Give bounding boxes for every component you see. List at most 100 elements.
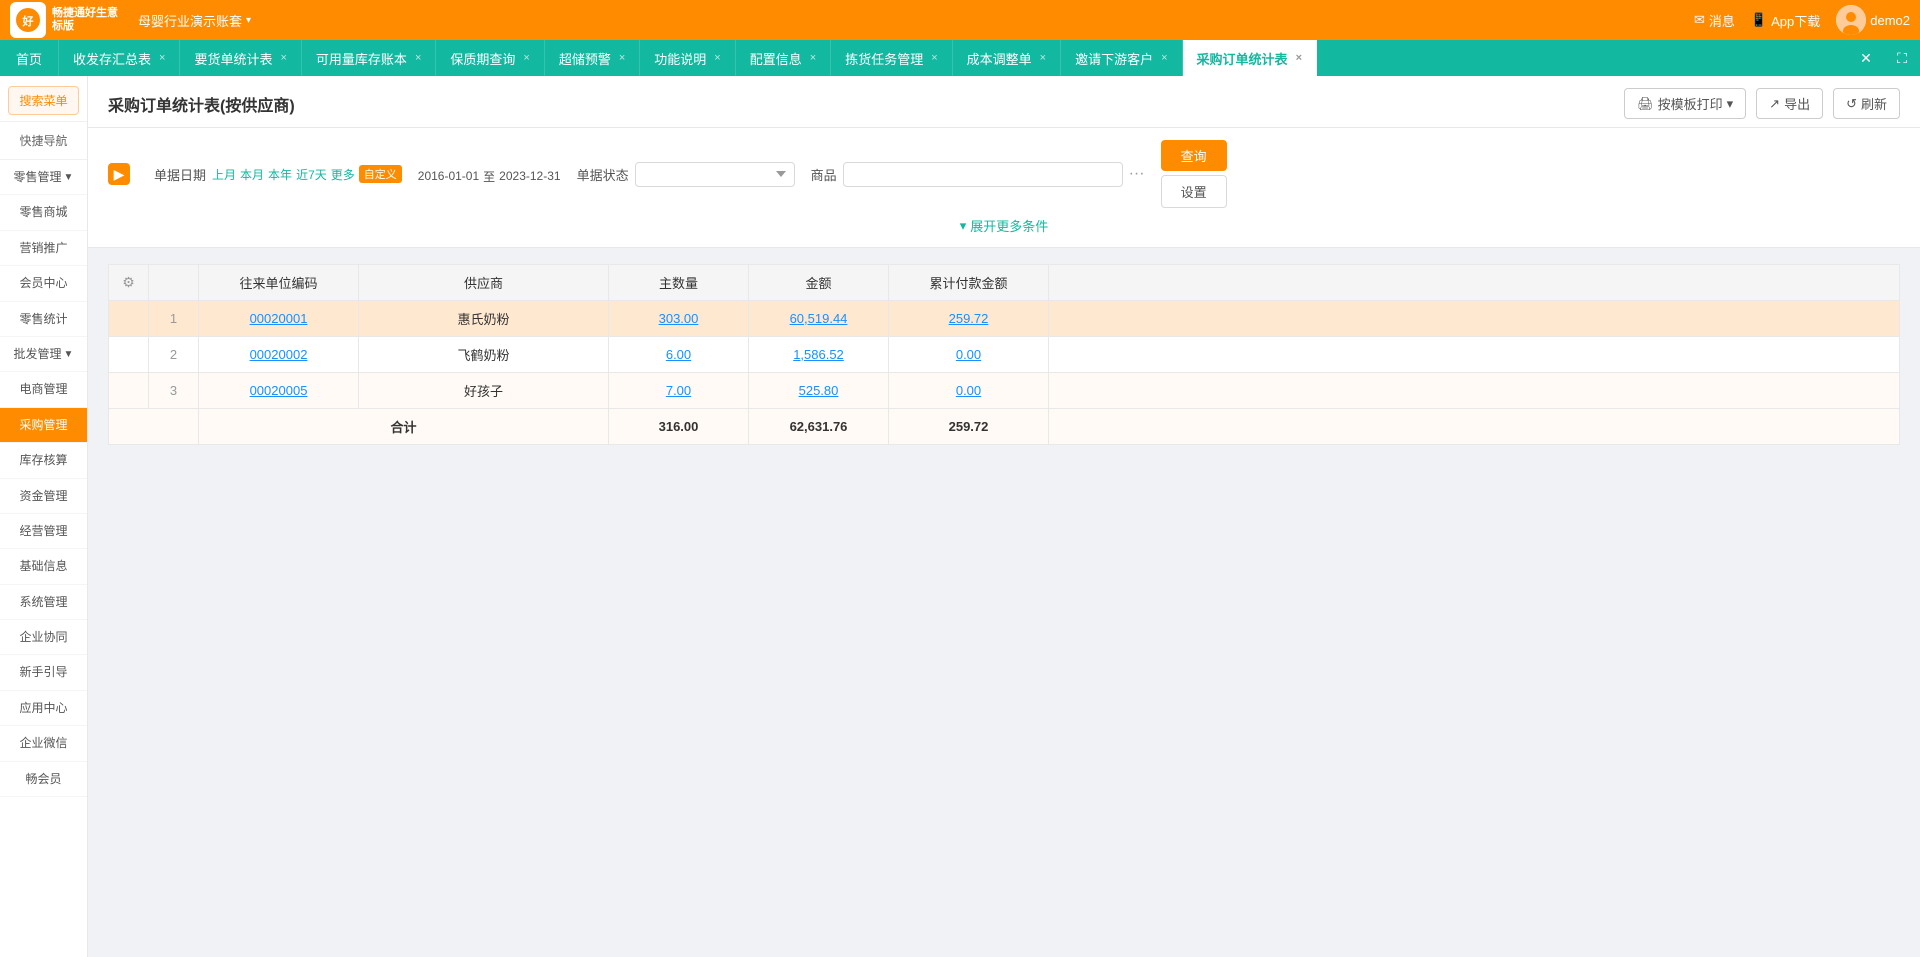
expand-row: ▾ 展开更多条件: [108, 216, 1900, 235]
tab-pick-task[interactable]: 拣货任务管理 ×: [831, 40, 952, 76]
filter-toggle-btn[interactable]: ▶: [108, 163, 130, 185]
logo-area: 好 畅捷通好生意 标版: [10, 2, 118, 38]
query-actions: 查询 设置: [1161, 140, 1227, 208]
export-icon: ↗: [1769, 96, 1780, 112]
tab-close-icon[interactable]: ×: [1296, 52, 1302, 64]
col-header-supplier: 供应商: [359, 265, 609, 301]
shortcut-7days[interactable]: 近7天: [296, 166, 327, 183]
tab-close-icon[interactable]: ×: [415, 52, 421, 64]
filter-row: ▶ 单据日期 上月 本月 本年 近7天 更多 自定义 2016-01-01: [108, 140, 1900, 208]
data-table: ⚙ 往来单位编码 供应商 主数量 金额 累计付款金额 1: [108, 264, 1900, 445]
page-title: 采购订单统计表(按供应商): [108, 92, 295, 116]
goods-input[interactable]: [843, 162, 1123, 187]
top-bar: 好 畅捷通好生意 标版 母婴行业演示账套 ▾ ✉ 消息 📱 App下载: [0, 0, 1920, 40]
table-row: 3 00020005 好孩子 7.00 525.80 0.00: [109, 373, 1900, 409]
status-select[interactable]: 待审核 已审核 已完成: [635, 162, 795, 187]
sidebar-search-area: 搜索菜单: [0, 76, 87, 122]
goods-more-btn[interactable]: ···: [1129, 165, 1145, 183]
query-button[interactable]: 查询: [1161, 140, 1227, 171]
tab-invite-downstream[interactable]: 邀请下游客户 ×: [1061, 40, 1182, 76]
tab-function-desc[interactable]: 功能说明 ×: [640, 40, 735, 76]
shortcut-this-year[interactable]: 本年: [268, 166, 292, 183]
app-download-btn[interactable]: 📱 App下载: [1751, 11, 1820, 30]
chevron-down-icon: ▾: [960, 218, 967, 234]
shortcut-this-month[interactable]: 本月: [240, 166, 264, 183]
tab-close-icon[interactable]: ×: [280, 52, 286, 64]
settings-button[interactable]: 设置: [1161, 175, 1227, 208]
tab-close-icon[interactable]: ×: [159, 52, 165, 64]
search-menu-btn[interactable]: 搜索菜单: [8, 86, 79, 115]
print-icon: 🖨: [1637, 96, 1654, 112]
col-header-code: 往来单位编码: [199, 265, 359, 301]
sidebar-item-retail-stats[interactable]: 零售统计: [0, 302, 87, 337]
sidebar-item-system[interactable]: 系统管理: [0, 585, 87, 620]
refresh-icon: ↺: [1846, 96, 1857, 112]
refresh-button[interactable]: ↺ 刷新: [1833, 88, 1900, 119]
shortcut-more[interactable]: 更多: [331, 166, 355, 183]
page-header: 采购订单统计表(按供应商) 🖨 按模板打印 ▾ ↗ 导出 ↺ 刷新: [88, 76, 1920, 128]
tab-stock-ledger[interactable]: 可用量库存账本 ×: [302, 40, 436, 76]
tab-close-icon[interactable]: ×: [810, 52, 816, 64]
sidebar-item-member-plus[interactable]: 畅会员: [0, 762, 87, 797]
sidebar-item-finance[interactable]: 资金管理: [0, 479, 87, 514]
tab-shelf-life[interactable]: 保质期查询 ×: [436, 40, 544, 76]
sidebar-item-app-center[interactable]: 应用中心: [0, 691, 87, 726]
sidebar-item-operation[interactable]: 经营管理: [0, 514, 87, 549]
print-button[interactable]: 🖨 按模板打印 ▾: [1624, 88, 1746, 119]
tab-purchase-stats[interactable]: 采购订单统计表 ×: [1183, 40, 1317, 76]
tab-close-icon[interactable]: ×: [523, 52, 529, 64]
chevron-down-icon: ▼: [64, 349, 74, 360]
tab-close-icon[interactable]: ×: [1040, 52, 1046, 64]
tab-cost-adjust[interactable]: 成本调整单 ×: [953, 40, 1061, 76]
tab-close-icon[interactable]: ×: [931, 52, 937, 64]
sidebar-item-enterprise-coop[interactable]: 企业协同: [0, 620, 87, 655]
tab-close-all-btn[interactable]: ✕: [1848, 40, 1884, 76]
gear-icon[interactable]: ⚙: [122, 274, 135, 290]
total-label: 合计: [199, 409, 609, 445]
sidebar-item-retail-mgmt[interactable]: 零售管理 ▼: [0, 160, 87, 195]
sidebar-item-basic-info[interactable]: 基础信息: [0, 549, 87, 584]
sidebar-item-ecommerce[interactable]: 电商管理: [0, 372, 87, 407]
tab-receive-summary[interactable]: 收发存汇总表 ×: [59, 40, 180, 76]
chevron-down-icon: ▾: [1727, 96, 1734, 112]
svg-text:好: 好: [22, 14, 34, 28]
main-layout: 搜索菜单 快捷导航 零售管理 ▼ 零售商城 营销推广 会员中心 零售统计 批发管…: [0, 76, 1920, 957]
sidebar-item-marketing[interactable]: 营销推广: [0, 231, 87, 266]
avatar: [1836, 5, 1866, 35]
filter-area: ▶ 单据日期 上月 本月 本年 近7天 更多 自定义 2016-01-01: [88, 128, 1920, 248]
filter-goods-item: 商品 ···: [811, 162, 1145, 187]
sidebar-item-retail-store[interactable]: 零售商城: [0, 195, 87, 230]
filter-date-item: 单据日期 上月 本月 本年 近7天 更多 自定义: [154, 165, 402, 184]
date-range-text: 2016-01-01 至 2023-12-31: [418, 168, 561, 185]
content-area: 采购订单统计表(按供应商) 🖨 按模板打印 ▾ ↗ 导出 ↺ 刷新: [88, 76, 1920, 957]
col-header-amount: 金额: [749, 265, 889, 301]
quick-nav-btn[interactable]: 快捷导航: [8, 128, 79, 153]
tab-expand-btn[interactable]: ⛶: [1884, 40, 1920, 76]
date-range-display: 2016-01-01 至 2023-12-31: [418, 164, 561, 185]
tab-close-icon[interactable]: ×: [1161, 52, 1167, 64]
tab-order-stats[interactable]: 要货单统计表 ×: [180, 40, 301, 76]
sidebar-item-enterprise-wechat[interactable]: 企业微信: [0, 726, 87, 761]
workspace-selector[interactable]: 母婴行业演示账套 ▾: [138, 11, 251, 30]
table-row: 2 00020002 飞鹤奶粉 6.00 1,586.52 0.00: [109, 337, 1900, 373]
tab-close-icon[interactable]: ×: [619, 52, 625, 64]
sidebar-item-member[interactable]: 会员中心: [0, 266, 87, 301]
table-total-row: 合计 316.00 62,631.76 259.72: [109, 409, 1900, 445]
sidebar-quick-area: 快捷导航: [0, 122, 87, 160]
tab-overstock[interactable]: 超储预警 ×: [545, 40, 640, 76]
sidebar-item-purchase-mgmt[interactable]: 采购管理: [0, 408, 87, 443]
tab-config-info[interactable]: 配置信息 ×: [736, 40, 831, 76]
sidebar-item-wholesale[interactable]: 批发管理 ▼: [0, 337, 87, 372]
expand-more-btn[interactable]: ▾ 展开更多条件: [960, 216, 1049, 235]
shortcut-last-month[interactable]: 上月: [212, 166, 236, 183]
table-row: 1 00020001 惠氏奶粉 303.00 60,519.44 259.72: [109, 301, 1900, 337]
user-profile[interactable]: demo2: [1836, 5, 1910, 35]
tab-home[interactable]: 首页: [0, 40, 59, 76]
export-button[interactable]: ↗ 导出: [1756, 88, 1823, 119]
tab-close-icon[interactable]: ×: [714, 52, 720, 64]
sidebar-item-new-guide[interactable]: 新手引导: [0, 655, 87, 690]
col-header-qty: 主数量: [609, 265, 749, 301]
sidebar-item-inventory-check[interactable]: 库存核算: [0, 443, 87, 478]
message-btn[interactable]: ✉ 消息: [1694, 11, 1735, 30]
message-icon: ✉: [1694, 12, 1705, 28]
